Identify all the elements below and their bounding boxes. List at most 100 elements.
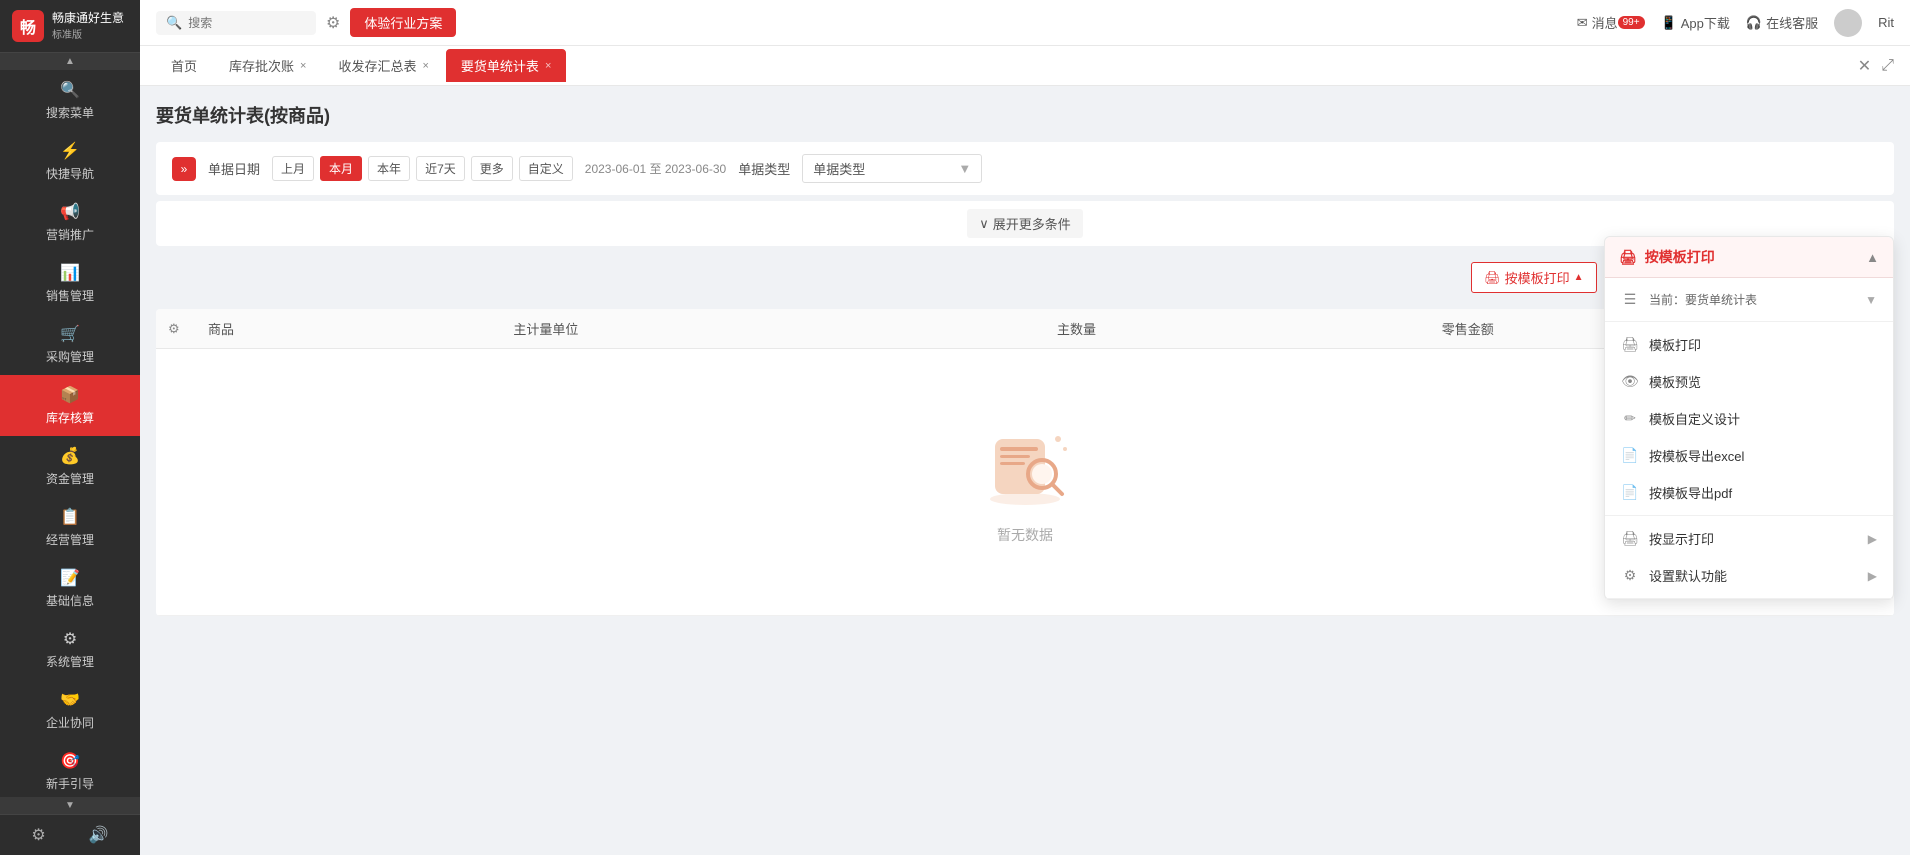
message-action[interactable]: ✉ 消息 99+ (1577, 13, 1645, 32)
dropdown-header: 🖨 按模板打印 ▲ (1605, 237, 1893, 278)
app-download-action[interactable]: 📱 App下载 (1661, 13, 1730, 32)
sidebar: 畅 畅康通好生意 标准版 ▲ 🔍 搜索菜单 ⚡ 快捷导航 📢 营销推广 📊 销售… (0, 0, 140, 855)
template-custom-label: 模板自定义设计 (1649, 409, 1877, 428)
tab-order-stats-label: 要货单统计表 (461, 56, 539, 75)
export-pdf-icon: 📄 (1621, 484, 1639, 501)
template-custom-icon: ✏ (1621, 410, 1639, 427)
sidebar-item-label: 资金管理 (46, 470, 94, 487)
app-name: 畅康通好生意 (52, 11, 124, 27)
message-label: 消息 (1592, 13, 1618, 32)
dropdown-title: 按模板打印 (1645, 247, 1715, 267)
sidebar-item-label: 系统管理 (46, 653, 94, 670)
sidebar-item-guide[interactable]: 🎯 新手引导 (0, 741, 140, 797)
tab-inventory-batch[interactable]: 库存批次账 × (214, 49, 321, 82)
sidebar-item-purchase[interactable]: 🛒 采购管理 (0, 314, 140, 375)
sidebar-item-marketing[interactable]: 📢 营销推广 (0, 192, 140, 253)
dropdown-current-item[interactable]: ☰ 当前：要货单统计表 ▼ (1605, 282, 1893, 317)
filter-this-month[interactable]: 本月 (320, 156, 362, 181)
tab-home[interactable]: 首页 (156, 49, 212, 82)
online-service-action[interactable]: 🎧 在线客服 (1746, 13, 1818, 32)
export-excel-icon: 📄 (1621, 447, 1639, 464)
sidebar-item-sales[interactable]: 📊 销售管理 (0, 253, 140, 314)
expand-more-btn[interactable]: ∨ 展开更多条件 (967, 209, 1083, 238)
sidebar-item-system[interactable]: ⚙ 系统管理 (0, 619, 140, 680)
sidebar-item-label: 搜索菜单 (46, 104, 94, 121)
sidebar-item-inventory[interactable]: 📦 库存核算 (0, 375, 140, 436)
dropdown-template-print[interactable]: 🖨 模板打印 (1605, 326, 1893, 363)
dropdown-template-preview[interactable]: 👁 模板预览 (1605, 363, 1893, 400)
filter-expand-btn[interactable]: » (172, 157, 196, 181)
dropdown-template-custom[interactable]: ✏ 模板自定义设计 (1605, 400, 1893, 437)
col-quantity: 主数量 (1045, 309, 1430, 349)
tab-receipt-summary[interactable]: 收发存汇总表 × (323, 49, 443, 82)
tab-order-stats-close[interactable]: × (545, 60, 551, 72)
dropdown-export-excel[interactable]: 📄 按模板导出excel (1605, 437, 1893, 474)
settings-footer-icon[interactable]: ⚙ (31, 825, 45, 845)
user-avatar[interactable] (1834, 9, 1862, 37)
sidebar-item-basic[interactable]: 📝 基础信息 (0, 558, 140, 619)
sidebar-item-finance[interactable]: 💰 资金管理 (0, 436, 140, 497)
finance-icon: 💰 (60, 446, 80, 466)
dropdown-display-print[interactable]: 🖨 按显示打印 ▶ (1605, 520, 1893, 557)
sidebar-nav: 🔍 搜索菜单 ⚡ 快捷导航 📢 营销推广 📊 销售管理 🛒 采购管理 📦 库存核… (0, 70, 140, 797)
dropdown-extra-section: 🖨 按显示打印 ▶ ⚙ 设置默认功能 ▶ (1605, 516, 1893, 599)
topbar-search-box[interactable]: 🔍 (156, 11, 316, 35)
sound-footer-icon[interactable]: 🔊 (89, 825, 109, 845)
inventory-icon: 📦 (60, 385, 80, 405)
dropdown-chevron-up-icon[interactable]: ▲ (1866, 250, 1879, 265)
tab-receipt-summary-close[interactable]: × (422, 60, 428, 72)
tab-expand-icon[interactable]: ⤢ (1881, 57, 1894, 75)
trial-button[interactable]: 体验行业方案 (350, 8, 456, 37)
template-print-btn[interactable]: 🖨 按模板打印 ▲ (1471, 262, 1596, 293)
system-icon: ⚙ (63, 629, 77, 649)
sidebar-item-corp[interactable]: 🤝 企业协同 (0, 680, 140, 741)
current-item-icon: ☰ (1621, 291, 1639, 308)
sidebar-scroll-up[interactable]: ▲ (0, 53, 140, 70)
tab-close-all-icon[interactable]: ✕ (1858, 56, 1871, 76)
sidebar-scroll-down[interactable]: ▼ (0, 797, 140, 814)
template-print-item-label: 模板打印 (1649, 335, 1877, 354)
expand-more-label: 展开更多条件 (993, 214, 1071, 233)
topbar-actions: ✉ 消息 99+ 📱 App下载 🎧 在线客服 Rit (1577, 9, 1894, 37)
type-select-placeholder: 单据类型 (813, 159, 865, 178)
sidebar-item-label: 营销推广 (46, 226, 94, 243)
topbar-gear-icon[interactable]: ⚙ (326, 13, 340, 33)
display-print-icon: 🖨 (1621, 530, 1639, 547)
corp-icon: 🤝 (60, 690, 80, 710)
filter-more[interactable]: 更多 (471, 156, 513, 181)
purchase-icon: 🛒 (60, 324, 80, 344)
filter-type-select[interactable]: 单据类型 ▼ (802, 154, 982, 183)
sidebar-item-label: 新手引导 (46, 775, 94, 792)
search-icon: 🔍 (166, 15, 182, 31)
filter-7days[interactable]: 近7天 (416, 156, 465, 181)
template-print-item-icon: 🖨 (1621, 336, 1639, 353)
search-nav-icon: 🔍 (60, 80, 80, 100)
app-badge: 标准版 (52, 26, 124, 41)
page-content: 要货单统计表(按商品) » 单据日期 上月 本月 本年 近7天 更多 自定义 2… (140, 86, 1910, 855)
sidebar-item-label: 经营管理 (46, 531, 94, 548)
sidebar-item-label: 企业协同 (46, 714, 94, 731)
table-column-settings-icon[interactable]: ⚙ (168, 321, 180, 336)
tab-order-stats[interactable]: 要货单统计表 × (446, 49, 566, 82)
filter-custom[interactable]: 自定义 (519, 156, 573, 181)
current-item-label: 当前：要货单统计表 (1649, 291, 1855, 308)
export-pdf-label: 按模板导出pdf (1649, 483, 1877, 502)
dropdown-export-pdf[interactable]: 📄 按模板导出pdf (1605, 474, 1893, 511)
message-icon: ✉ (1577, 15, 1588, 31)
sidebar-item-quick-nav[interactable]: ⚡ 快捷导航 (0, 131, 140, 192)
tab-inventory-batch-close[interactable]: × (300, 60, 306, 72)
search-input[interactable] (188, 16, 288, 30)
sidebar-item-search[interactable]: 🔍 搜索菜单 (0, 70, 140, 131)
col-product: 商品 (196, 309, 501, 349)
sidebar-item-label: 采购管理 (46, 348, 94, 365)
filter-date-range: 2023-06-01 至 2023-06-30 (585, 160, 726, 177)
export-excel-label: 按模板导出excel (1649, 446, 1877, 465)
filter-last-month[interactable]: 上月 (272, 156, 314, 181)
basic-icon: 📝 (60, 568, 80, 588)
dropdown-set-default[interactable]: ⚙ 设置默认功能 ▶ (1605, 557, 1893, 594)
filter-this-year[interactable]: 本年 (368, 156, 410, 181)
dropdown-main-section: 🖨 模板打印 👁 模板预览 ✏ 模板自定义设计 📄 按模板导出excel 📄 (1605, 322, 1893, 516)
dropdown-current-section: ☰ 当前：要货单统计表 ▼ (1605, 278, 1893, 322)
sidebar-item-operation[interactable]: 📋 经营管理 (0, 497, 140, 558)
sidebar-item-label: 库存核算 (46, 409, 94, 426)
